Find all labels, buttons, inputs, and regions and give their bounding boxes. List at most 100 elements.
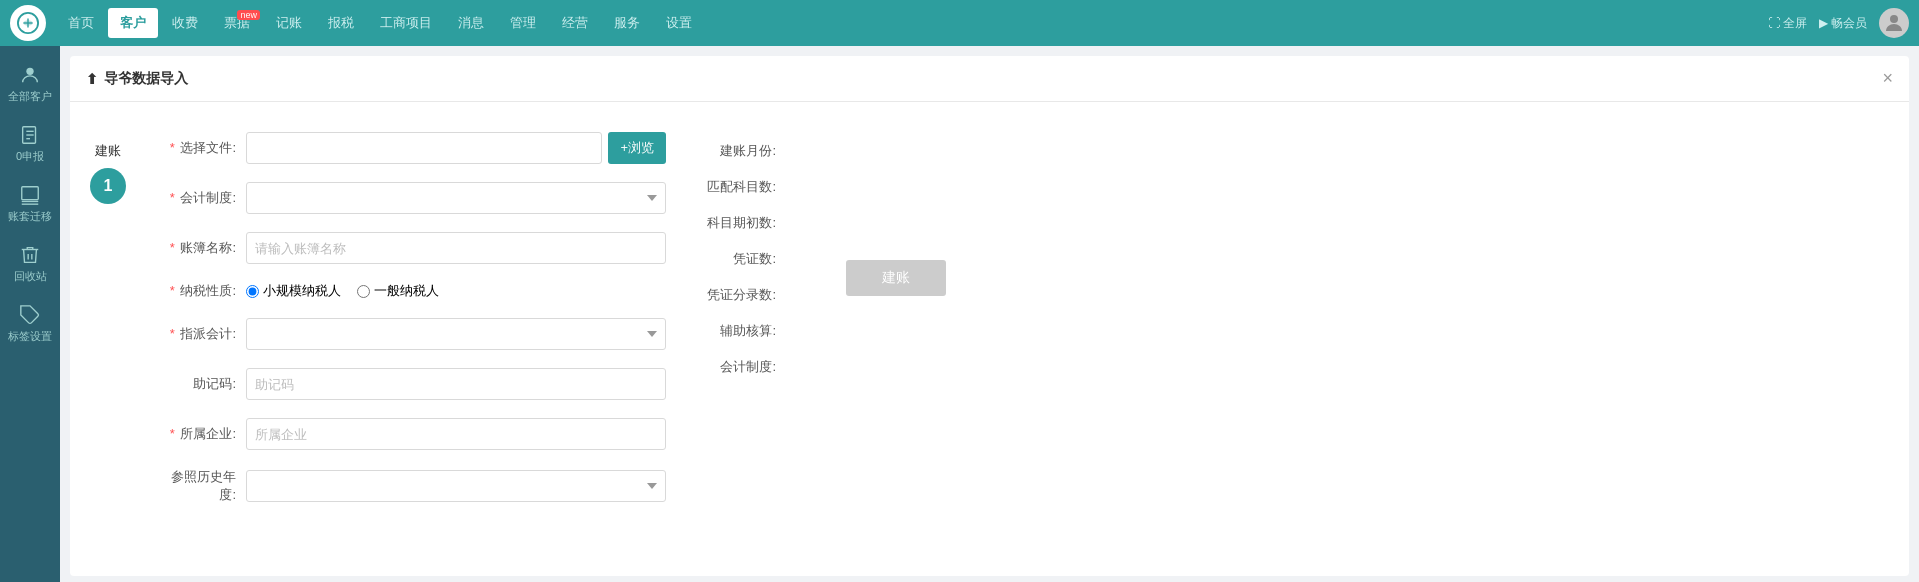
close-button[interactable]: × [1882, 68, 1893, 89]
upload-icon: ⬆ [86, 71, 98, 87]
step-label: 建账 [95, 142, 121, 160]
accounting-system-select[interactable] [246, 182, 666, 214]
sidebar-label-tag-settings: 标签设置 [8, 329, 52, 344]
modal-card: ⬆ 导爷数据导入 × 建账 1 * 选择 [70, 56, 1909, 576]
form-row-accountant: * 指派会计: [166, 318, 666, 350]
history-year-label: 参照历史年度: [166, 468, 246, 504]
company-label: * 所属企业: [166, 425, 246, 443]
history-year-label-text: 参照历史年度: [171, 469, 236, 502]
form-row-company: * 所属企业: [166, 418, 666, 450]
sidebar-label-zero-declaration: 0申报 [16, 149, 44, 164]
info-row-match-subjects: 匹配科目数: [696, 178, 946, 196]
nav-item-operations[interactable]: 经营 [550, 8, 600, 38]
file-label: * 选择文件: [166, 139, 246, 157]
ledger-name-label-text: 账簿名称: [180, 240, 236, 255]
build-button[interactable]: 建账 [846, 260, 946, 296]
modal-title-text: 导爷数据导入 [104, 70, 188, 88]
memo-label-text: 助记码: [193, 376, 236, 391]
info-voucher-label: 凭证数: [696, 250, 786, 268]
new-badge: new [237, 10, 260, 20]
sidebar-label-all-customers: 全部客户 [8, 89, 52, 104]
form-row-ledger-name: * 账簿名称: [166, 232, 666, 264]
sidebar-item-zero-declaration[interactable]: 0申报 [0, 116, 60, 172]
info-section: 建账月份: 匹配科目数: 科目期初数: 凭证数: [666, 132, 946, 522]
info-auxiliary-label: 辅助核算: [696, 322, 786, 340]
member-btn[interactable]: ▶ 畅会员 [1819, 15, 1867, 32]
nav-item-customers[interactable]: 客户 [108, 8, 158, 38]
play-icon: ▶ [1819, 16, 1828, 30]
company-input[interactable] [246, 418, 666, 450]
nav-item-fees[interactable]: 收费 [160, 8, 210, 38]
sidebar-item-all-customers[interactable]: 全部客户 [0, 56, 60, 112]
ledger-name-input[interactable] [246, 232, 666, 264]
step-section: 建账 1 [90, 132, 126, 522]
accountant-label-text: 指派会计: [180, 326, 236, 341]
info-initial-balance-label: 科目期初数: [696, 214, 786, 232]
accountant-label: * 指派会计: [166, 325, 246, 343]
nav-item-settings[interactable]: 设置 [654, 8, 704, 38]
nav-right: ⛶ 全屏 ▶ 畅会员 [1768, 8, 1909, 38]
history-year-select[interactable] [246, 470, 666, 502]
browse-button[interactable]: +浏览 [608, 132, 666, 164]
memo-input[interactable] [246, 368, 666, 400]
tax-type-label: * 纳税性质: [166, 282, 246, 300]
nav-item-management[interactable]: 管理 [498, 8, 548, 38]
form-row-memo: 助记码: [166, 368, 666, 400]
logo[interactable] [10, 5, 46, 41]
accounting-system-label-text: 会计制度: [180, 190, 236, 205]
tag-icon [19, 304, 41, 326]
form-section: * 选择文件: +浏览 * 会计制度: [166, 132, 666, 522]
tax-type-small-label[interactable]: 小规模纳税人 [246, 282, 341, 300]
info-row-initial-balance: 科目期初数: [696, 214, 946, 232]
tax-type-radio-group: 小规模纳税人 一般纳税人 [246, 282, 439, 300]
sidebar-label-account-migration: 账套迁移 [8, 209, 52, 224]
tax-type-general-label[interactable]: 一般纳税人 [357, 282, 439, 300]
required-star-file: * [170, 140, 175, 155]
form-row-tax-type: * 纳税性质: 小规模纳税人 一般纳税人 [166, 282, 666, 300]
sidebar-item-recycle[interactable]: 回收站 [0, 236, 60, 292]
content-area: ⬆ 导爷数据导入 × 建账 1 * 选择 [60, 46, 1919, 582]
customers-icon [19, 64, 41, 86]
tax-type-general-radio[interactable] [357, 285, 370, 298]
info-row-month: 建账月份: [696, 142, 946, 160]
file-text-input[interactable] [246, 132, 602, 164]
svg-point-2 [26, 68, 33, 75]
sidebar-label-recycle: 回收站 [14, 269, 47, 284]
info-accounting-system-label: 会计制度: [696, 358, 786, 376]
tax-type-small-radio[interactable] [246, 285, 259, 298]
step-circle: 1 [90, 168, 126, 204]
nav-item-projects[interactable]: 工商项目 [368, 8, 444, 38]
nav-item-invoices[interactable]: 票据new [212, 8, 262, 38]
nav-items: 首页 客户 收费 票据new 记账 报税 工商项目 消息 管理 经营 服务 设置 [56, 8, 1768, 38]
file-label-text: 选择文件: [180, 140, 236, 155]
svg-rect-7 [22, 187, 39, 200]
migration-icon [19, 184, 41, 206]
fullscreen-label: 全屏 [1783, 15, 1807, 32]
form-row-accounting-system: * 会计制度: [166, 182, 666, 214]
required-star-accounting: * [170, 190, 175, 205]
declaration-icon [19, 124, 41, 146]
sidebar-item-tag-settings[interactable]: 标签设置 [0, 296, 60, 352]
svg-point-1 [1890, 15, 1898, 23]
nav-item-services[interactable]: 服务 [602, 8, 652, 38]
form-row-history-year: 参照历史年度: [166, 468, 666, 504]
sidebar: 全部客户 0申报 账套迁移 [0, 46, 60, 582]
member-label: 畅会员 [1831, 15, 1867, 32]
info-voucher-entries-label: 凭证分录数: [696, 286, 786, 304]
avatar[interactable] [1879, 8, 1909, 38]
accountant-select[interactable] [246, 318, 666, 350]
ledger-name-label: * 账簿名称: [166, 239, 246, 257]
required-star-ledger: * [170, 240, 175, 255]
nav-item-tax[interactable]: 报税 [316, 8, 366, 38]
required-star-accountant: * [170, 326, 175, 341]
required-star-company: * [170, 426, 175, 441]
nav-item-messages[interactable]: 消息 [446, 8, 496, 38]
nav-item-bookkeeping[interactable]: 记账 [264, 8, 314, 38]
sidebar-item-account-migration[interactable]: 账套迁移 [0, 176, 60, 232]
trash-icon [19, 244, 41, 266]
nav-item-home[interactable]: 首页 [56, 8, 106, 38]
info-row-auxiliary: 辅助核算: [696, 322, 946, 340]
fullscreen-btn[interactable]: ⛶ 全屏 [1768, 15, 1807, 32]
form-row-file: * 选择文件: +浏览 [166, 132, 666, 164]
tax-type-small-text: 小规模纳税人 [263, 282, 341, 300]
